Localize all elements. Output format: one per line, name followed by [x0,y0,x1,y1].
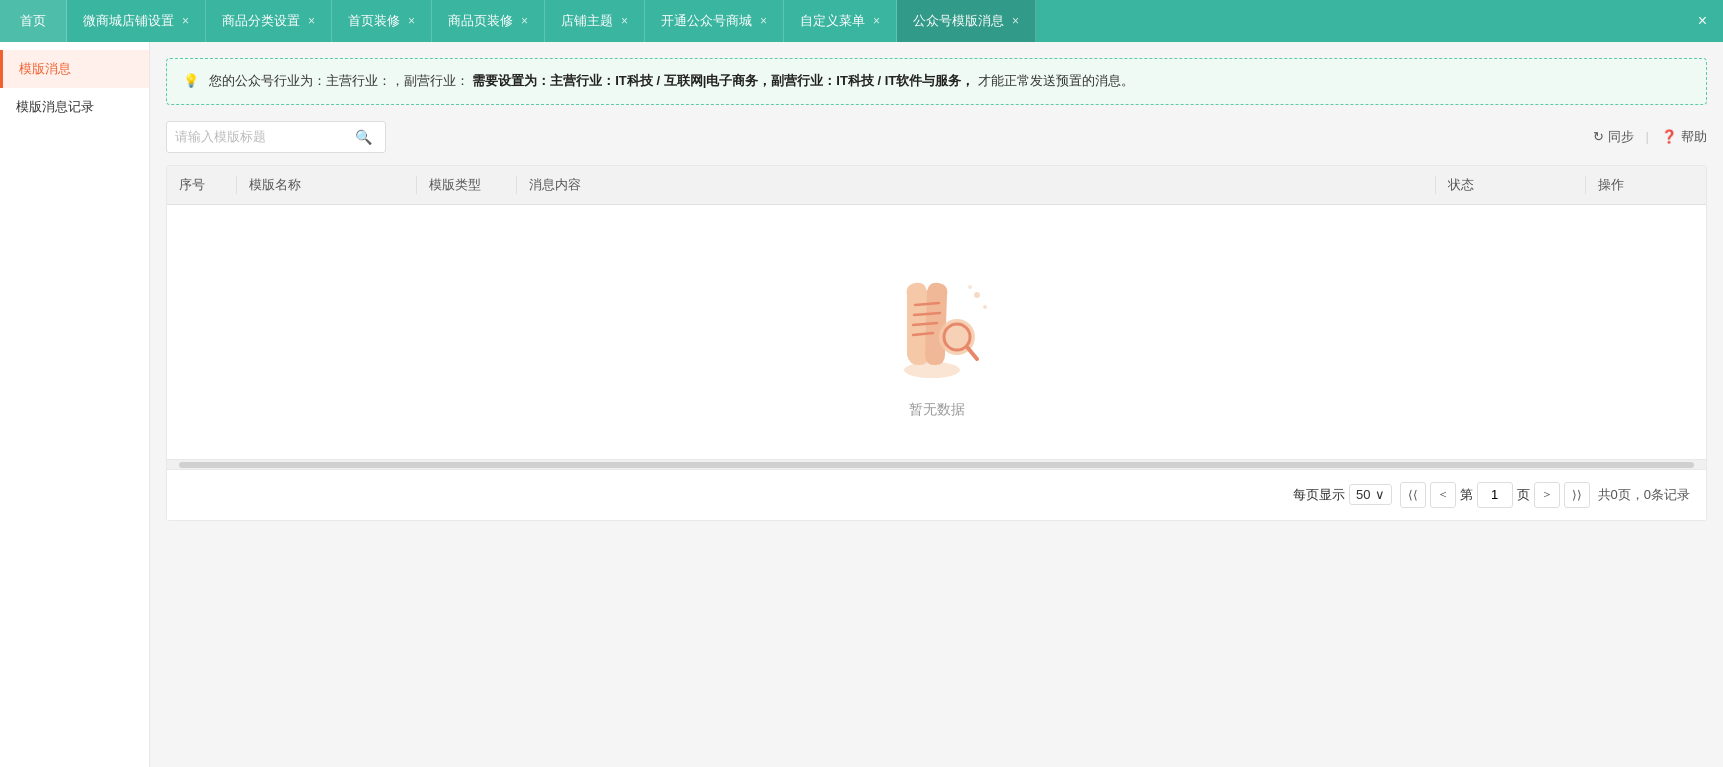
tab-open-wechat-mall-label: 开通公众号商城 [661,12,752,30]
pagination: 每页显示 50 ∨ ⟨⟨ ＜ 第 页 ＞ ⟩⟩ 共0页，0条记录 [167,469,1706,520]
tab-homepage-decoration-close[interactable]: × [408,14,415,28]
tab-product-category-close[interactable]: × [308,14,315,28]
tab-home-label: 首页 [20,12,46,30]
svg-point-9 [983,305,987,309]
tab-template-message-label: 公众号模版消息 [913,12,1004,30]
prev-page-button[interactable]: ＜ [1430,482,1456,508]
toolbar: 🔍 ↻ 同步 | ❓ 帮助 [166,121,1707,153]
svg-line-7 [967,347,977,359]
info-banner-prefix: 您的公众号行业为：主营行业：，副营行业： [209,73,469,88]
th-name: 模版名称 [237,176,417,194]
tab-wechat-shop[interactable]: 微商城店铺设置 × [67,0,206,42]
search-icon[interactable]: 🔍 [355,129,372,145]
sync-button[interactable]: ↻ 同步 [1593,128,1634,146]
svg-point-10 [968,285,972,289]
sync-icon: ↻ [1593,129,1604,144]
page-size-select: 每页显示 50 ∨ [1293,484,1391,505]
content-area: 💡 您的公众号行业为：主营行业：，副营行业： 需要设置为：主营行业：IT科技 /… [150,42,1723,767]
info-banner-suffix: 才能正常发送预置的消息。 [978,73,1134,88]
th-content: 消息内容 [517,176,1436,194]
main-layout: 模版消息 模版消息记录 💡 您的公众号行业为：主营行业：，副营行业： 需要设置为… [0,42,1723,767]
table-header: 序号 模版名称 模版类型 消息内容 状态 操作 [167,166,1706,205]
tab-product-decoration-label: 商品页装修 [448,12,513,30]
window-close-button[interactable]: × [1682,0,1723,42]
th-status: 状态 [1436,176,1586,194]
th-index: 序号 [167,176,237,194]
tab-shop-theme[interactable]: 店铺主题 × [545,0,645,42]
th-type: 模版类型 [417,176,517,194]
total-info: 共0页，0条记录 [1598,486,1690,504]
sidebar-item-template-msg-label: 模版消息 [19,61,71,76]
tab-product-category[interactable]: 商品分类设置 × [206,0,332,42]
sidebar-item-template-msg-record[interactable]: 模版消息记录 [0,88,149,126]
tab-custom-menu[interactable]: 自定义菜单 × [784,0,897,42]
tab-wechat-shop-label: 微商城店铺设置 [83,12,174,30]
info-banner: 💡 您的公众号行业为：主营行业：，副营行业： 需要设置为：主营行业：IT科技 /… [166,58,1707,105]
info-banner-highlight: 需要设置为：主营行业：IT科技 / 互联网|电子商务，副营行业：IT科技 / I… [472,73,974,88]
empty-text: 暂无数据 [909,401,965,419]
tab-homepage-decoration-label: 首页装修 [348,12,400,30]
svg-point-8 [974,292,980,298]
search-box[interactable]: 🔍 [166,121,386,153]
tab-wechat-shop-close[interactable]: × [182,14,189,28]
sync-label: 同步 [1608,128,1634,146]
empty-illustration [877,265,997,385]
toolbar-divider: | [1646,129,1649,144]
tab-custom-menu-label: 自定义菜单 [800,12,865,30]
help-button[interactable]: ❓ 帮助 [1661,128,1707,146]
tab-shop-theme-close[interactable]: × [621,14,628,28]
tab-product-decoration-close[interactable]: × [521,14,528,28]
tab-custom-menu-close[interactable]: × [873,14,880,28]
search-input[interactable] [175,129,355,144]
next-page-button[interactable]: ＞ [1534,482,1560,508]
page-size-label: 每页显示 [1293,486,1345,504]
tab-open-wechat-mall[interactable]: 开通公众号商城 × [645,0,784,42]
page-word-after: 页 [1517,486,1530,504]
tab-homepage-decoration[interactable]: 首页装修 × [332,0,432,42]
top-nav: 首页 微商城店铺设置 × 商品分类设置 × 首页装修 × 商品页装修 × 店铺主… [0,0,1723,42]
sidebar-item-template-msg-record-label: 模版消息记录 [16,99,94,114]
bulb-icon: 💡 [183,73,199,88]
help-circle-icon: ❓ [1661,129,1677,144]
table-container: 序号 模版名称 模版类型 消息内容 状态 操作 [166,165,1707,521]
th-action: 操作 [1586,176,1706,194]
sidebar: 模版消息 模版消息记录 [0,42,150,767]
tab-template-message[interactable]: 公众号模版消息 × [897,0,1036,42]
empty-state: 暂无数据 [167,205,1706,459]
last-page-button[interactable]: ⟩⟩ [1564,482,1590,508]
tab-home[interactable]: 首页 [0,0,67,42]
tab-shop-theme-label: 店铺主题 [561,12,613,30]
help-label: 帮助 [1681,128,1707,146]
page-word-before: 第 [1460,486,1473,504]
toolbar-right: ↻ 同步 | ❓ 帮助 [1593,128,1707,146]
scrollbar-track[interactable] [179,462,1694,468]
page-size-dropdown[interactable]: 50 ∨ [1349,484,1391,505]
first-page-button[interactable]: ⟨⟨ [1400,482,1426,508]
sidebar-item-template-msg[interactable]: 模版消息 [0,50,149,88]
page-size-value: 50 [1356,487,1370,502]
page-nav: ⟨⟨ ＜ 第 页 ＞ ⟩⟩ [1400,482,1590,508]
current-page-input[interactable] [1477,482,1513,508]
tab-product-category-label: 商品分类设置 [222,12,300,30]
tab-product-decoration[interactable]: 商品页装修 × [432,0,545,42]
tab-open-wechat-mall-close[interactable]: × [760,14,767,28]
chevron-down-icon: ∨ [1375,487,1385,502]
scrollbar-area[interactable] [167,459,1706,469]
tab-template-message-close[interactable]: × [1012,14,1019,28]
